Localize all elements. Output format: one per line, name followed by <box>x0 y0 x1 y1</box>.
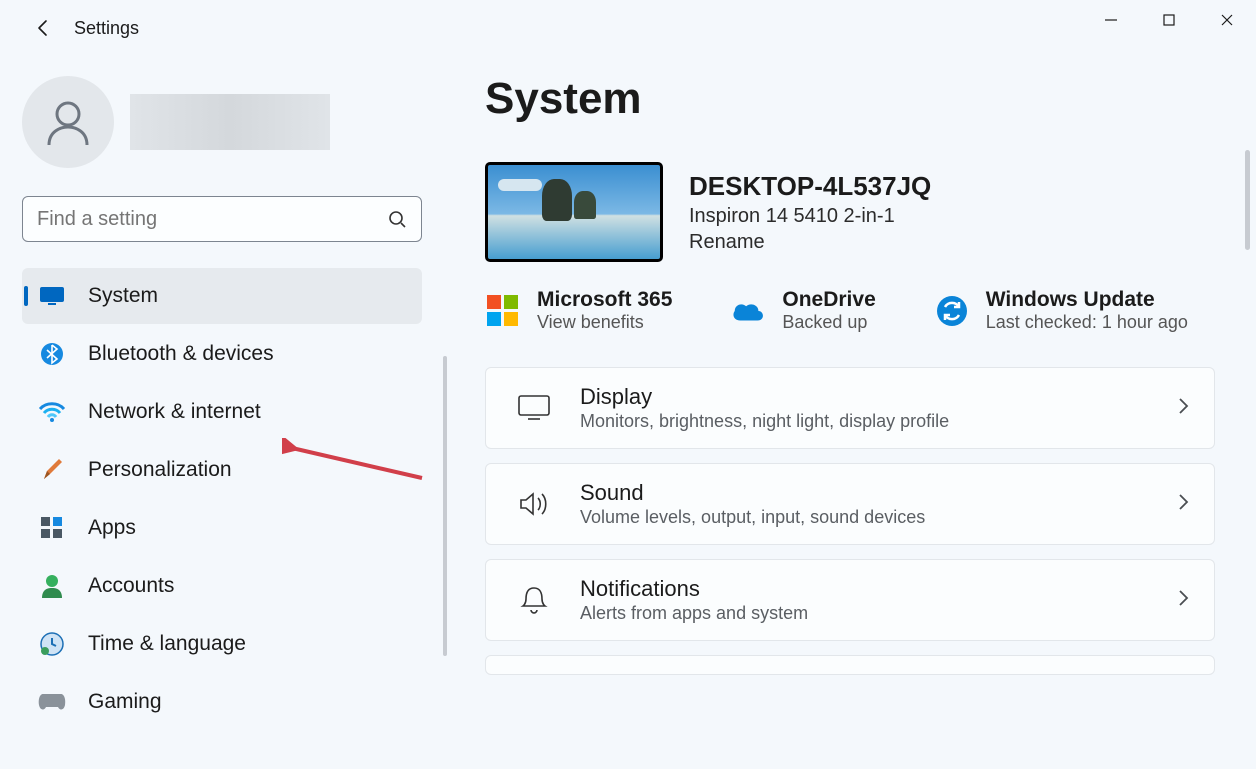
sidebar-nav: System Bluetooth & devices Network & int… <box>22 268 437 730</box>
back-arrow-icon <box>34 18 54 38</box>
sidebar-item-bluetooth[interactable]: Bluetooth & devices <box>22 326 422 382</box>
card-partial[interactable] <box>485 655 1215 675</box>
search-input[interactable] <box>37 208 387 231</box>
apps-icon <box>38 517 66 539</box>
device-model: Inspiron 14 5410 2-in-1 <box>689 205 931 228</box>
status-m365[interactable]: Microsoft 365 View benefits <box>485 288 672 333</box>
chevron-right-icon <box>1176 492 1190 517</box>
wifi-icon <box>38 402 66 422</box>
app-body: System Bluetooth & devices Network & int… <box>0 56 1256 769</box>
sidebar-item-label: Gaming <box>88 690 162 714</box>
sidebar-item-personalization[interactable]: Personalization <box>22 442 422 498</box>
settings-window: Settings <box>0 0 1256 769</box>
close-button[interactable] <box>1198 0 1256 40</box>
status-row: Microsoft 365 View benefits OneDrive Bac… <box>485 288 1220 333</box>
sidebar-item-accounts[interactable]: Accounts <box>22 558 422 614</box>
sidebar-item-network[interactable]: Network & internet <box>22 384 422 440</box>
sidebar-item-apps[interactable]: Apps <box>22 500 422 556</box>
sidebar-scrollbar[interactable] <box>443 356 447 656</box>
gamepad-icon <box>38 693 66 711</box>
titlebar: Settings <box>0 0 1256 56</box>
device-name: DESKTOP-4L537JQ <box>689 171 931 202</box>
clock-icon <box>38 632 66 656</box>
window-controls <box>1082 0 1256 40</box>
device-summary: DESKTOP-4L537JQ Inspiron 14 5410 2-in-1 … <box>485 162 1220 262</box>
card-title: Display <box>580 384 1176 410</box>
search-box[interactable] <box>22 196 422 242</box>
sidebar: System Bluetooth & devices Network & int… <box>0 56 455 769</box>
card-subtitle: Monitors, brightness, night light, displ… <box>580 411 1176 432</box>
status-onedrive[interactable]: OneDrive Backed up <box>730 288 875 333</box>
chevron-right-icon <box>1176 396 1190 421</box>
status-title: Windows Update <box>986 288 1188 312</box>
person-icon <box>41 95 95 149</box>
maximize-button[interactable] <box>1140 0 1198 40</box>
chevron-right-icon <box>1176 588 1190 613</box>
search-icon <box>387 209 407 229</box>
card-subtitle: Volume levels, output, input, sound devi… <box>580 507 1176 528</box>
person-icon <box>38 574 66 598</box>
sidebar-item-label: Network & internet <box>88 400 261 424</box>
bell-icon <box>514 580 554 620</box>
card-sound[interactable]: Sound Volume levels, output, input, soun… <box>485 463 1215 545</box>
sidebar-item-label: System <box>88 284 158 308</box>
sidebar-item-label: Accounts <box>88 574 174 598</box>
status-title: OneDrive <box>782 288 875 312</box>
avatar <box>22 76 114 168</box>
sidebar-item-gaming[interactable]: Gaming <box>22 674 422 730</box>
minimize-icon <box>1104 13 1118 27</box>
status-update[interactable]: Windows Update Last checked: 1 hour ago <box>934 288 1188 333</box>
sidebar-item-time[interactable]: Time & language <box>22 616 422 672</box>
status-title: Microsoft 365 <box>537 288 672 312</box>
card-display[interactable]: Display Monitors, brightness, night ligh… <box>485 367 1215 449</box>
maximize-icon <box>1162 13 1176 27</box>
card-title: Sound <box>580 480 1176 506</box>
microsoft-icon <box>485 293 521 329</box>
main-scrollbar[interactable] <box>1245 150 1250 250</box>
close-icon <box>1220 13 1234 27</box>
minimize-button[interactable] <box>1082 0 1140 40</box>
page-title: System <box>485 74 1220 124</box>
sidebar-item-label: Personalization <box>88 458 232 482</box>
status-subtitle: Last checked: 1 hour ago <box>986 312 1188 333</box>
settings-cards: Display Monitors, brightness, night ligh… <box>485 367 1220 675</box>
sidebar-item-label: Bluetooth & devices <box>88 342 274 366</box>
status-subtitle: Backed up <box>782 312 875 333</box>
device-info: DESKTOP-4L537JQ Inspiron 14 5410 2-in-1 … <box>689 171 931 254</box>
back-button[interactable] <box>24 8 64 48</box>
window-title: Settings <box>74 18 139 39</box>
desktop-thumbnail[interactable] <box>485 162 663 262</box>
rename-link[interactable]: Rename <box>689 231 931 254</box>
card-title: Notifications <box>580 576 1176 602</box>
main-content: System DESKTOP-4L537JQ Inspiron 14 5410 … <box>455 56 1256 769</box>
sound-icon <box>514 484 554 524</box>
paintbrush-icon <box>38 458 66 482</box>
profile-name-redacted <box>130 94 330 150</box>
sidebar-item-label: Apps <box>88 516 136 540</box>
cloud-icon <box>730 293 766 329</box>
card-subtitle: Alerts from apps and system <box>580 603 1176 624</box>
card-notifications[interactable]: Notifications Alerts from apps and syste… <box>485 559 1215 641</box>
profile-block[interactable] <box>22 76 437 168</box>
bluetooth-icon <box>38 342 66 366</box>
monitor-icon <box>38 286 66 306</box>
status-subtitle: View benefits <box>537 312 672 333</box>
sidebar-item-label: Time & language <box>88 632 246 656</box>
display-icon <box>514 388 554 428</box>
sync-icon <box>934 293 970 329</box>
sidebar-item-system[interactable]: System <box>22 268 422 324</box>
